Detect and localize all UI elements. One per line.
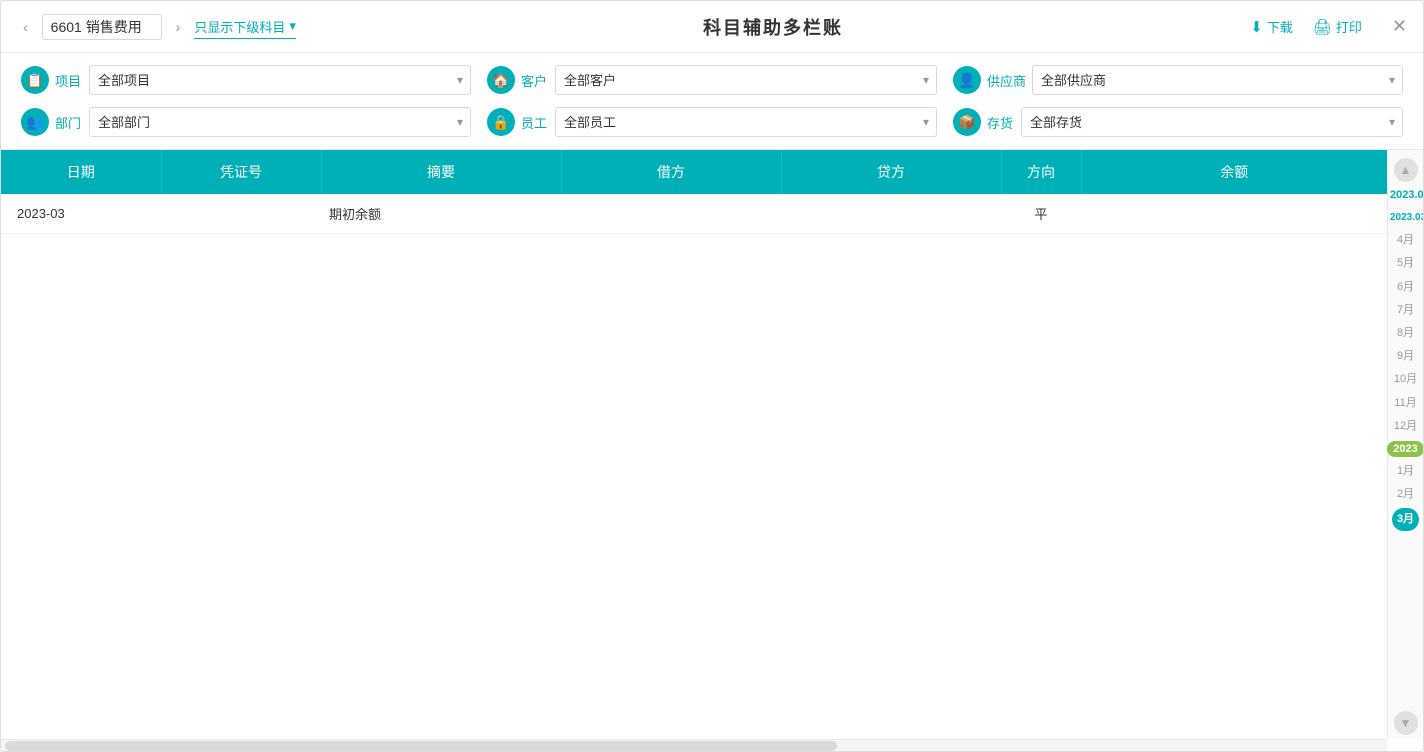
print-label: 打印 [1336, 17, 1362, 36]
inventory-select-wrap: 全部存货 ▾ [1021, 107, 1403, 137]
col-header-credit: 贷方 [781, 150, 1001, 194]
customer-select[interactable]: 全部客户 [555, 65, 937, 95]
sidebar-month-11[interactable]: 11月 [1388, 392, 1423, 415]
sidebar-month-8[interactable]: 8月 [1388, 322, 1423, 345]
ledger-table: 日期 凭证号 摘要 借方 贷方 方向 余额 2023-03 期初余额 [1, 150, 1387, 234]
filter-supplier: 👤 供应商 全部供应商 ▾ [945, 61, 1411, 99]
table-row: 2023-03 期初余额 平 [1, 194, 1387, 234]
supplier-icon: 👤 [953, 66, 981, 94]
employee-icon: 🔒 [487, 108, 515, 136]
sidebar-month-3-active[interactable]: 3月 [1392, 508, 1419, 531]
cell-voucher [161, 194, 321, 234]
dept-select[interactable]: 全部部门 [89, 107, 471, 137]
cell-date: 2023-03 [1, 194, 161, 234]
print-button[interactable]: 🖨 打印 [1313, 17, 1362, 36]
col-header-date: 日期 [1, 150, 161, 194]
scrollbar-thumb[interactable] [5, 741, 837, 751]
sidebar-month-4[interactable]: 4月 [1388, 229, 1423, 252]
dept-label: 部门 [55, 113, 83, 132]
sidebar-period-2023-03-sub[interactable]: 2023.03 [1388, 207, 1423, 229]
sidebar-month-9[interactable]: 9月 [1388, 345, 1423, 368]
sidebar-up-btn[interactable]: ▲ [1394, 158, 1418, 182]
dept-select-wrap: 全部部门 ▾ [89, 107, 471, 137]
sidebar-month-10[interactable]: 10月 [1388, 368, 1423, 391]
dept-icon: 👥 [21, 108, 49, 136]
project-icon: 📋 [21, 66, 49, 94]
project-select-wrap: 全部项目 ▾ [89, 65, 471, 95]
customer-icon: 🏠 [487, 66, 515, 94]
download-icon: ⬇ [1250, 18, 1263, 36]
inventory-icon: 📦 [953, 108, 981, 136]
top-bar: ‹ 6601 销售费用 › 只显示下级科目 ▾ 科目辅助多栏账 ⬇ 下载 🖨 打… [1, 1, 1423, 53]
sidebar-month-5[interactable]: 5月 [1388, 252, 1423, 275]
supplier-label: 供应商 [987, 71, 1026, 90]
right-sidebar: ▲ 2023.03 2023.03 4月 5月 6月 7月 8月 9月 10月 … [1387, 150, 1423, 739]
sidebar-year-2023-badge: 2023 [1387, 441, 1423, 457]
download-label: 下载 [1267, 17, 1293, 36]
filter-customer: 🏠 客户 全部客户 ▾ [479, 61, 945, 99]
project-select[interactable]: 全部项目 [89, 65, 471, 95]
cell-credit [781, 194, 1001, 234]
supplier-select-wrap: 全部供应商 ▾ [1032, 65, 1403, 95]
inventory-label: 存货 [987, 113, 1015, 132]
print-icon: 🖨 [1313, 18, 1332, 36]
sidebar-month-1[interactable]: 1月 [1388, 460, 1423, 483]
close-button[interactable]: ✕ [1392, 16, 1407, 37]
customer-label: 客户 [521, 71, 549, 90]
project-label: 项目 [55, 71, 83, 90]
sidebar-month-12[interactable]: 12月 [1388, 415, 1423, 438]
col-header-direction: 方向 [1001, 150, 1081, 194]
main-window: ‹ 6601 销售费用 › 只显示下级科目 ▾ 科目辅助多栏账 ⬇ 下载 🖨 打… [0, 0, 1424, 752]
sidebar-month-6[interactable]: 6月 [1388, 276, 1423, 299]
cell-balance [1081, 194, 1387, 234]
supplier-select[interactable]: 全部供应商 [1032, 65, 1403, 95]
horizontal-scrollbar[interactable] [1, 739, 1387, 751]
account-code-label: 6601 销售费用 [42, 14, 162, 40]
sidebar-month-7[interactable]: 7月 [1388, 299, 1423, 322]
filter-inventory: 📦 存货 全部存货 ▾ [945, 103, 1411, 141]
download-button[interactable]: ⬇ 下载 [1250, 17, 1293, 36]
employee-label: 员工 [521, 113, 549, 132]
employee-select[interactable]: 全部员工 [555, 107, 937, 137]
filter-area: 📋 项目 全部项目 ▾ 🏠 客户 全部客户 ▾ 👤 供应商 [1, 53, 1423, 150]
sidebar-month-2[interactable]: 2月 [1388, 483, 1423, 506]
employee-select-wrap: 全部员工 ▾ [555, 107, 937, 137]
sidebar-period-2023-03-header[interactable]: 2023.03 [1388, 184, 1423, 207]
cell-direction: 平 [1001, 194, 1081, 234]
sidebar-down-btn[interactable]: ▼ [1394, 711, 1418, 735]
prev-arrow-btn[interactable]: ‹ [17, 17, 34, 37]
show-sub-arrow-icon: ▾ [289, 18, 296, 34]
top-bar-left: ‹ 6601 销售费用 › 只显示下级科目 ▾ [17, 14, 296, 40]
filter-employee: 🔒 员工 全部员工 ▾ [479, 103, 945, 141]
col-header-voucher: 凭证号 [161, 150, 321, 194]
top-bar-right: ⬇ 下载 🖨 打印 ✕ [1250, 16, 1407, 37]
inventory-select[interactable]: 全部存货 [1021, 107, 1403, 137]
show-sub-label: 只显示下级科目 [194, 17, 285, 36]
cell-debit [561, 194, 781, 234]
table-header-row: 日期 凭证号 摘要 借方 贷方 方向 余额 [1, 150, 1387, 194]
next-arrow-btn[interactable]: › [170, 17, 187, 37]
filter-project: 📋 项目 全部项目 ▾ [13, 61, 479, 99]
table-area: 日期 凭证号 摘要 借方 贷方 方向 余额 2023-03 期初余额 [1, 150, 1387, 739]
show-sub-button[interactable]: 只显示下级科目 ▾ [194, 15, 296, 39]
col-header-balance: 余额 [1081, 150, 1387, 194]
filter-dept: 👥 部门 全部部门 ▾ [13, 103, 479, 141]
cell-desc: 期初余额 [321, 194, 561, 234]
customer-select-wrap: 全部客户 ▾ [555, 65, 937, 95]
col-header-desc: 摘要 [321, 150, 561, 194]
col-header-debit: 借方 [561, 150, 781, 194]
page-title: 科目辅助多栏账 [703, 14, 843, 40]
